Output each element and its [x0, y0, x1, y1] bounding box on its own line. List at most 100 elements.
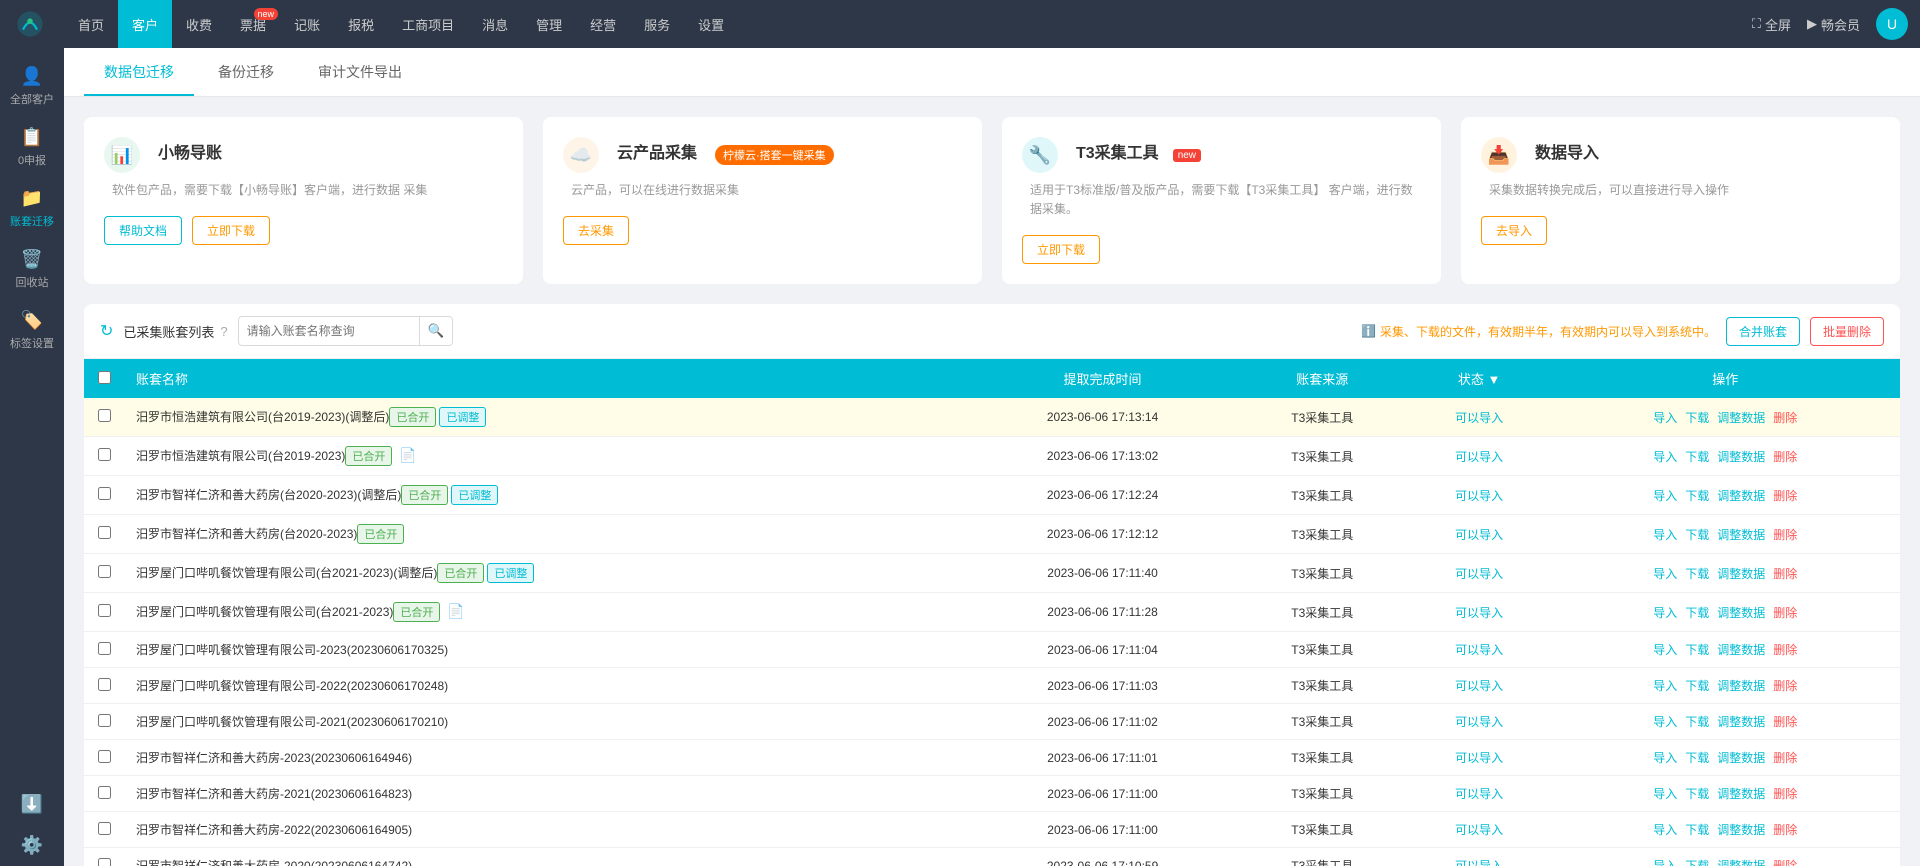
action-调整数据[interactable]: 调整数据: [1717, 411, 1765, 425]
nav-item-消息[interactable]: 消息: [468, 0, 522, 48]
tab-backup-migration[interactable]: 备份迁移: [198, 48, 294, 96]
fullscreen-btn[interactable]: ⛶ 全屏: [1752, 15, 1791, 34]
sidebar-item-recycle[interactable]: 🗑️ 回收站: [0, 239, 64, 300]
help-icon[interactable]: ?: [220, 324, 227, 339]
action-下载[interactable]: 下载: [1685, 823, 1709, 837]
download-now-button[interactable]: 立即下载: [192, 216, 270, 245]
nav-item-工商项目[interactable]: 工商项目: [388, 0, 468, 48]
action-导入[interactable]: 导入: [1653, 528, 1677, 542]
nav-item-客户[interactable]: 客户: [118, 0, 172, 48]
nav-item-票据[interactable]: 票据new: [226, 0, 280, 48]
nav-item-设置[interactable]: 设置: [684, 0, 738, 48]
action-导入[interactable]: 导入: [1653, 411, 1677, 425]
app-logo[interactable]: [12, 6, 48, 42]
go-collect-button[interactable]: 去采集: [563, 216, 629, 245]
action-删除[interactable]: 删除: [1773, 679, 1797, 693]
sidebar-item-all-clients[interactable]: 👤 全部客户: [0, 56, 64, 117]
file-icon[interactable]: 📄: [447, 603, 464, 619]
action-删除[interactable]: 删除: [1773, 450, 1797, 464]
row-checkbox[interactable]: [98, 822, 111, 835]
action-调整数据[interactable]: 调整数据: [1717, 715, 1765, 729]
action-下载[interactable]: 下载: [1685, 787, 1709, 801]
row-checkbox[interactable]: [98, 858, 111, 866]
batch-delete-button[interactable]: 批量删除: [1810, 317, 1884, 346]
sidebar-item-account-migration[interactable]: 📁 账套迁移: [0, 178, 64, 239]
action-调整数据[interactable]: 调整数据: [1717, 528, 1765, 542]
action-下载[interactable]: 下载: [1685, 606, 1709, 620]
search-button[interactable]: 🔍: [419, 317, 453, 345]
action-删除[interactable]: 删除: [1773, 823, 1797, 837]
action-删除[interactable]: 删除: [1773, 643, 1797, 657]
select-all-checkbox[interactable]: [98, 371, 111, 384]
action-调整数据[interactable]: 调整数据: [1717, 489, 1765, 503]
action-下载[interactable]: 下载: [1685, 859, 1709, 866]
sidebar-item-tag-settings[interactable]: 🏷️ 标签设置: [0, 300, 64, 361]
sidebar-item-zero-declaration[interactable]: 📋 0申报: [0, 117, 64, 178]
action-导入[interactable]: 导入: [1653, 787, 1677, 801]
action-调整数据[interactable]: 调整数据: [1717, 859, 1765, 866]
sidebar-item-settings[interactable]: ⚙️: [21, 825, 43, 866]
nav-item-收费[interactable]: 收费: [172, 0, 226, 48]
row-checkbox[interactable]: [98, 604, 111, 617]
row-checkbox[interactable]: [98, 526, 111, 539]
action-删除[interactable]: 删除: [1773, 859, 1797, 866]
action-下载[interactable]: 下载: [1685, 528, 1709, 542]
action-调整数据[interactable]: 调整数据: [1717, 567, 1765, 581]
action-导入[interactable]: 导入: [1653, 823, 1677, 837]
action-导入[interactable]: 导入: [1653, 715, 1677, 729]
action-导入[interactable]: 导入: [1653, 567, 1677, 581]
nav-item-管理[interactable]: 管理: [522, 0, 576, 48]
nav-item-经营[interactable]: 经营: [576, 0, 630, 48]
action-调整数据[interactable]: 调整数据: [1717, 679, 1765, 693]
action-调整数据[interactable]: 调整数据: [1717, 787, 1765, 801]
action-导入[interactable]: 导入: [1653, 450, 1677, 464]
refresh-icon[interactable]: ↻: [100, 321, 113, 341]
action-调整数据[interactable]: 调整数据: [1717, 450, 1765, 464]
row-checkbox[interactable]: [98, 786, 111, 799]
action-调整数据[interactable]: 调整数据: [1717, 606, 1765, 620]
tab-data-migration[interactable]: 数据包迁移: [84, 48, 194, 96]
action-删除[interactable]: 删除: [1773, 606, 1797, 620]
member-btn[interactable]: ▶ 畅会员: [1807, 15, 1860, 34]
action-调整数据[interactable]: 调整数据: [1717, 643, 1765, 657]
merge-accounts-button[interactable]: 合并账套: [1726, 317, 1800, 346]
sidebar-item-download[interactable]: ⬇️: [21, 784, 43, 825]
row-checkbox[interactable]: [98, 409, 111, 422]
action-导入[interactable]: 导入: [1653, 679, 1677, 693]
action-导入[interactable]: 导入: [1653, 606, 1677, 620]
t3-download-button[interactable]: 立即下载: [1022, 235, 1100, 264]
action-下载[interactable]: 下载: [1685, 489, 1709, 503]
action-下载[interactable]: 下载: [1685, 643, 1709, 657]
action-调整数据[interactable]: 调整数据: [1717, 823, 1765, 837]
col-status[interactable]: 状态 ▼: [1408, 359, 1551, 398]
user-avatar[interactable]: U: [1876, 8, 1908, 40]
action-下载[interactable]: 下载: [1685, 450, 1709, 464]
nav-item-报税[interactable]: 报税: [334, 0, 388, 48]
action-调整数据[interactable]: 调整数据: [1717, 751, 1765, 765]
row-checkbox[interactable]: [98, 448, 111, 461]
action-导入[interactable]: 导入: [1653, 489, 1677, 503]
action-删除[interactable]: 删除: [1773, 411, 1797, 425]
file-icon[interactable]: 📄: [399, 447, 416, 463]
action-删除[interactable]: 删除: [1773, 751, 1797, 765]
action-导入[interactable]: 导入: [1653, 643, 1677, 657]
row-checkbox[interactable]: [98, 642, 111, 655]
action-导入[interactable]: 导入: [1653, 751, 1677, 765]
nav-item-首页[interactable]: 首页: [64, 0, 118, 48]
action-删除[interactable]: 删除: [1773, 528, 1797, 542]
action-导入[interactable]: 导入: [1653, 859, 1677, 866]
action-删除[interactable]: 删除: [1773, 787, 1797, 801]
tab-audit-export[interactable]: 审计文件导出: [298, 48, 422, 96]
search-input[interactable]: [239, 324, 419, 338]
help-doc-button[interactable]: 帮助文档: [104, 216, 182, 245]
nav-item-记账[interactable]: 记账: [280, 0, 334, 48]
action-删除[interactable]: 删除: [1773, 715, 1797, 729]
action-删除[interactable]: 删除: [1773, 489, 1797, 503]
action-下载[interactable]: 下载: [1685, 715, 1709, 729]
nav-item-服务[interactable]: 服务: [630, 0, 684, 48]
action-下载[interactable]: 下载: [1685, 679, 1709, 693]
row-checkbox[interactable]: [98, 714, 111, 727]
row-checkbox[interactable]: [98, 750, 111, 763]
row-checkbox[interactable]: [98, 487, 111, 500]
action-下载[interactable]: 下载: [1685, 567, 1709, 581]
